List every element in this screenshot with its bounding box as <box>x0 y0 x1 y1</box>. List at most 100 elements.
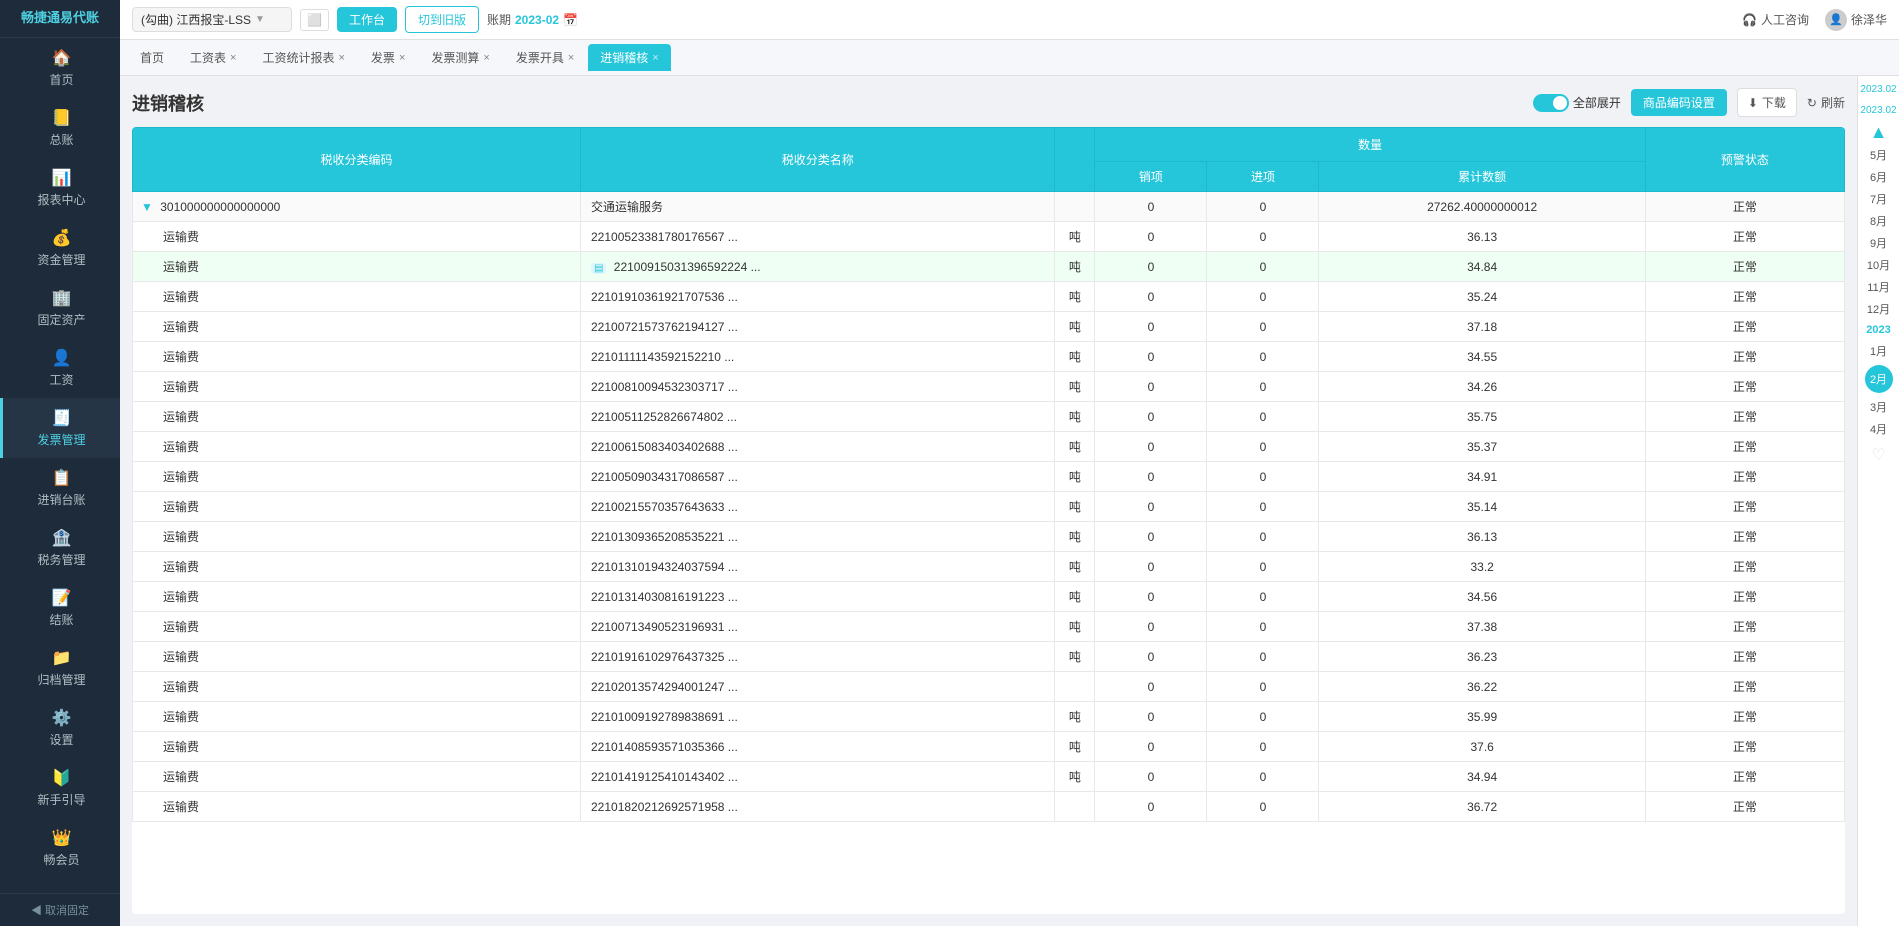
commodity-settings-button[interactable]: 商品编码设置 <box>1631 89 1727 116</box>
sidebar-item-funds[interactable]: 💰 资金管理 <box>0 218 120 278</box>
close-icon[interactable]: × <box>483 52 489 64</box>
table-row: 运输费 22101419125410143402 ... 吨 0 0 34.94… <box>133 762 1845 792</box>
right-panel-month-2-active[interactable]: 2月 <box>1865 365 1893 393</box>
panel-heart-icon[interactable]: ♡ <box>1871 445 1885 465</box>
sidebar-item-label: 报表中心 <box>37 191 85 208</box>
close-icon[interactable]: × <box>230 52 236 64</box>
table-row: 运输费 22101314030816191223 ... 吨 0 0 34.56… <box>133 582 1845 612</box>
col-cumulative: 累计数额 <box>1319 162 1645 192</box>
col-unit <box>1055 128 1095 192</box>
sidebar-item-reports[interactable]: 📊 报表中心 <box>0 158 120 218</box>
sidebar-item-label: 设置 <box>49 731 73 748</box>
cell-status: 正常 <box>1645 282 1844 312</box>
sidebar-item-invoice[interactable]: 🧾 发票管理 <box>0 398 120 458</box>
right-panel-month-4[interactable]: 4月 <box>1870 419 1887 439</box>
cell-purchase: 0 <box>1207 372 1319 402</box>
right-panel-month-7[interactable]: 7月 <box>1870 189 1887 209</box>
sidebar-item-salary[interactable]: 👤 工资 <box>0 338 120 398</box>
user-menu[interactable]: 👤 徐泽华 <box>1825 9 1887 31</box>
cell-invoice-no: 22102013574294001247 ... <box>581 672 1055 702</box>
cell-cumulative: 34.84 <box>1319 252 1645 282</box>
sidebar-item-settings[interactable]: ⚙️ 设置 <box>0 698 120 758</box>
collapse-icon[interactable]: ▼ <box>141 200 156 214</box>
sidebar-item-settle[interactable]: 📝 结账 <box>0 578 120 638</box>
cell-item-name: 运输费 <box>133 222 581 252</box>
company-selector[interactable]: (勾曲) 江西报宝-LSS ▼ <box>132 7 292 32</box>
cell-invoice-no: 22101820212692571958 ... <box>581 792 1055 822</box>
cell-unit <box>1055 792 1095 822</box>
cell-purchase: 0 <box>1207 282 1319 312</box>
panel-up-icon[interactable]: ▲ <box>1870 122 1888 143</box>
cell-item-name: 运输费 <box>133 762 581 792</box>
close-icon[interactable]: × <box>652 52 658 64</box>
cell-sales: 0 <box>1095 702 1207 732</box>
cell-unit <box>1055 672 1095 702</box>
right-panel-month-5[interactable]: 5月 <box>1870 145 1887 165</box>
sidebar: 畅捷通易代账 🏠 首页 📒 总账 📊 报表中心 💰 资金管理 🏢 固定资产 👤 … <box>0 0 120 926</box>
tab-salary-table[interactable]: 工资表 × <box>178 44 248 71</box>
cell-unit: 吨 <box>1055 702 1095 732</box>
copy-button[interactable]: ⬜ <box>300 9 329 31</box>
cell-status: 正常 <box>1645 732 1844 762</box>
tab-invoice-issue[interactable]: 发票开具 × <box>504 44 586 71</box>
cell-sales: 0 <box>1095 432 1207 462</box>
close-icon[interactable]: × <box>399 52 405 64</box>
sales-icon: 📋 <box>52 468 72 488</box>
cell-sales: 0 <box>1095 222 1207 252</box>
download-button[interactable]: ⬇ 下载 <box>1737 88 1797 117</box>
customer-service[interactable]: 🎧 人工咨询 <box>1742 11 1809 28</box>
cell-invoice-no: 22100511252826674802 ... <box>581 402 1055 432</box>
right-panel-month-3[interactable]: 3月 <box>1870 397 1887 417</box>
calendar-icon[interactable]: 📅 <box>563 13 578 27</box>
table-row: 运输费 22100511252826674802 ... 吨 0 0 35.75… <box>133 402 1845 432</box>
right-panel-month-8[interactable]: 8月 <box>1870 211 1887 231</box>
cell-invoice-no: 22100721573762194127 ... <box>581 312 1055 342</box>
cell-invoice-no: 22101916102976437325 ... <box>581 642 1055 672</box>
tab-reconcile[interactable]: 进销稽核 × <box>588 44 670 71</box>
sidebar-item-ledger[interactable]: 📒 总账 <box>0 98 120 158</box>
close-icon[interactable]: × <box>568 52 574 64</box>
sidebar-item-guide[interactable]: 🔰 新手引导 <box>0 758 120 818</box>
sidebar-item-member[interactable]: 👑 畅会员 <box>0 818 120 878</box>
tab-home[interactable]: 首页 <box>128 44 176 71</box>
cell-cumulative: 34.55 <box>1319 342 1645 372</box>
table-row: 运输费 22102013574294001247 ... 0 0 36.22 正… <box>133 672 1845 702</box>
sidebar-item-assets[interactable]: 🏢 固定资产 <box>0 278 120 338</box>
right-panel-month-9[interactable]: 9月 <box>1870 233 1887 253</box>
sidebar-pin-toggle[interactable]: ◀ 取消固定 <box>0 893 120 926</box>
right-panel-month-1[interactable]: 1月 <box>1870 341 1887 361</box>
workbench-button[interactable]: 工作台 <box>337 7 397 32</box>
tab-invoice[interactable]: 发票 × <box>359 44 417 71</box>
cell-sales: 0 <box>1095 312 1207 342</box>
right-panel-month-10[interactable]: 10月 <box>1867 255 1890 275</box>
close-icon[interactable]: × <box>338 52 344 64</box>
cell-sales: 0 <box>1095 462 1207 492</box>
right-panel-month-12[interactable]: 12月 <box>1867 299 1890 319</box>
sidebar-item-label: 进销台账 <box>37 491 85 508</box>
cell-invoice-no: 22100215570357643633 ... <box>581 492 1055 522</box>
right-panel-month-6[interactable]: 6月 <box>1870 167 1887 187</box>
switch-version-button[interactable]: 切到旧版 <box>405 6 479 33</box>
table-row: 运输费 22100215570357643633 ... 吨 0 0 35.14… <box>133 492 1845 522</box>
guide-icon: 🔰 <box>52 768 72 788</box>
table-row: 运输费 22100615083403402688 ... 吨 0 0 35.37… <box>133 432 1845 462</box>
tab-salary-stats[interactable]: 工资统计报表 × <box>250 44 356 71</box>
cell-invoice-no: 22101310194324037594 ... <box>581 552 1055 582</box>
tab-invoice-calc[interactable]: 发票测算 × <box>419 44 501 71</box>
cell-purchase: 0 <box>1207 252 1319 282</box>
cell-cumulative: 35.24 <box>1319 282 1645 312</box>
sidebar-item-sales[interactable]: 📋 进销台账 <box>0 458 120 518</box>
cell-sales: 0 <box>1095 762 1207 792</box>
cell-invoice-no: 22101408593571035366 ... <box>581 732 1055 762</box>
cell-status: 正常 <box>1645 342 1844 372</box>
cell-status: 正常 <box>1645 312 1844 342</box>
sidebar-item-archive[interactable]: 📁 归档管理 <box>0 638 120 698</box>
col-quantity-group: 数量 <box>1095 128 1645 162</box>
right-panel-month-11[interactable]: 11月 <box>1867 277 1889 297</box>
period-label: 账期 2023-02 📅 <box>487 11 578 28</box>
expand-switch[interactable] <box>1533 94 1569 112</box>
cell-cumulative: 37.18 <box>1319 312 1645 342</box>
sidebar-item-home[interactable]: 🏠 首页 <box>0 38 120 98</box>
sidebar-item-tax[interactable]: 🏦 税务管理 <box>0 518 120 578</box>
refresh-button[interactable]: ↻ 刷新 <box>1807 94 1845 111</box>
